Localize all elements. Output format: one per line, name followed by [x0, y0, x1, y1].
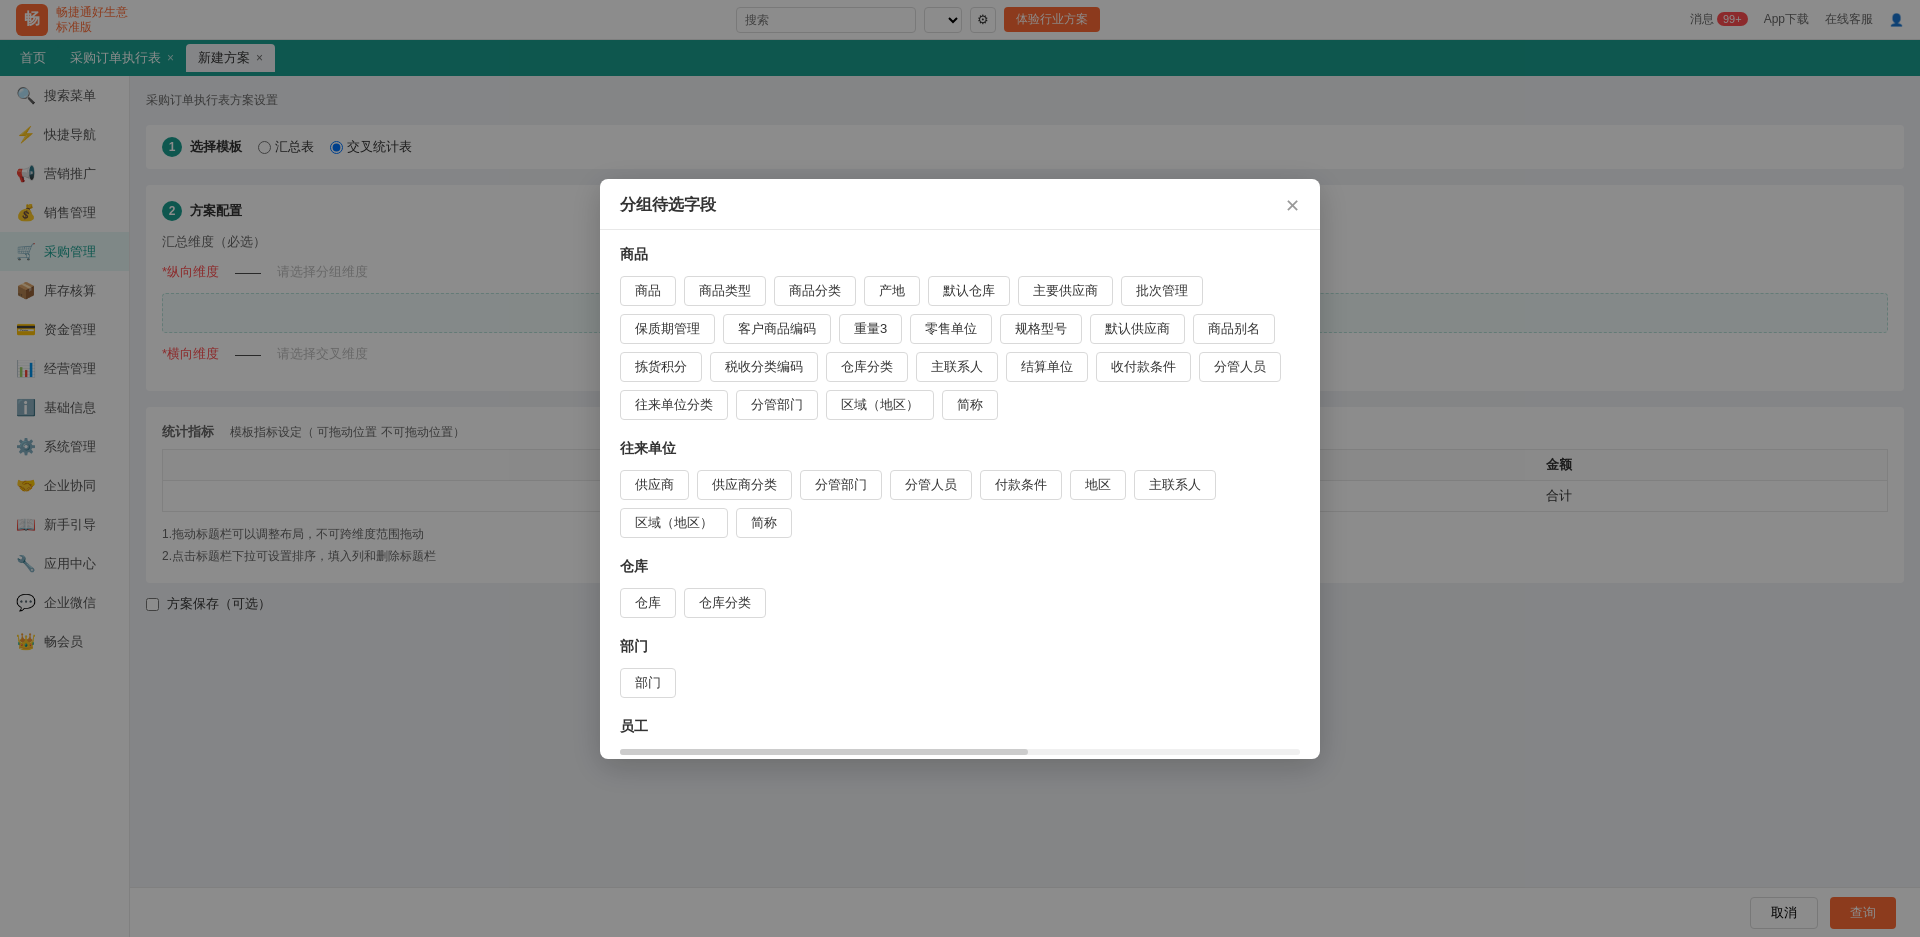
field-tag-warehouse-category[interactable]: 仓库分类	[826, 352, 908, 382]
field-tag-main-supplier[interactable]: 主要供应商	[1018, 276, 1113, 306]
field-tag-weight[interactable]: 重量3	[839, 314, 902, 344]
field-tag-dept[interactable]: 分管部门	[736, 390, 818, 420]
field-tag-partner-category[interactable]: 往来单位分类	[620, 390, 728, 420]
field-tag-partner-dept[interactable]: 分管部门	[800, 470, 882, 500]
modal-header: 分组待选字段 ✕	[600, 179, 1320, 230]
section-warehouse-title: 仓库	[620, 558, 1300, 576]
modal-title: 分组待选字段	[620, 195, 716, 216]
field-tag-product-alias[interactable]: 商品别名	[1193, 314, 1275, 344]
section-warehouse: 仓库 仓库 仓库分类	[620, 558, 1300, 618]
field-tag-partner-region[interactable]: 区域（地区）	[620, 508, 728, 538]
modal-scroll-bar-area	[600, 745, 1320, 759]
field-tag-product[interactable]: 商品	[620, 276, 676, 306]
section-employee: 员工 业务员	[620, 718, 1300, 745]
field-tag-retail-unit[interactable]: 零售单位	[910, 314, 992, 344]
section-product: 商品 商品 商品类型 商品分类 产地 默认仓库 主要供应商 批次管理 保质期管理…	[620, 246, 1300, 420]
modal-hscrollbar[interactable]	[620, 749, 1300, 755]
field-tag-spec-model[interactable]: 规格型号	[1000, 314, 1082, 344]
product-field-tags: 商品 商品类型 商品分类 产地 默认仓库 主要供应商 批次管理 保质期管理 客户…	[620, 276, 1300, 420]
field-tag-main-contact[interactable]: 主联系人	[916, 352, 998, 382]
warehouse-field-tags: 仓库 仓库分类	[620, 588, 1300, 618]
field-tag-partner-supervisor[interactable]: 分管人员	[890, 470, 972, 500]
field-tag-partner-contact[interactable]: 主联系人	[1134, 470, 1216, 500]
field-tag-customer-code[interactable]: 客户商品编码	[723, 314, 831, 344]
field-tag-pick-points[interactable]: 拣货积分	[620, 352, 702, 382]
field-tag-warehouse-cat[interactable]: 仓库分类	[684, 588, 766, 618]
field-tag-area[interactable]: 地区	[1070, 470, 1126, 500]
section-dept-title: 部门	[620, 638, 1300, 656]
section-employee-title: 员工	[620, 718, 1300, 736]
section-department: 部门 部门	[620, 638, 1300, 698]
section-partner: 往来单位 供应商 供应商分类 分管部门 分管人员 付款条件 地区 主联系人 区域…	[620, 440, 1300, 538]
field-tag-batch-mgmt[interactable]: 批次管理	[1121, 276, 1203, 306]
field-tag-tax-code[interactable]: 税收分类编码	[710, 352, 818, 382]
modal-hscrollbar-thumb	[620, 749, 1028, 755]
field-tag-product-type[interactable]: 商品类型	[684, 276, 766, 306]
field-tag-default-warehouse[interactable]: 默认仓库	[928, 276, 1010, 306]
field-tag-settlement-unit[interactable]: 结算单位	[1006, 352, 1088, 382]
field-tag-department[interactable]: 部门	[620, 668, 676, 698]
field-tag-default-supplier[interactable]: 默认供应商	[1090, 314, 1185, 344]
field-tag-supplier[interactable]: 供应商	[620, 470, 689, 500]
field-selector-modal: 分组待选字段 ✕ 商品 商品 商品类型 商品分类 产地 默认仓库 主要供应商 批…	[600, 179, 1320, 759]
modal-overlay: 分组待选字段 ✕ 商品 商品 商品类型 商品分类 产地 默认仓库 主要供应商 批…	[0, 0, 1920, 937]
field-tag-payment-terms[interactable]: 收付款条件	[1096, 352, 1191, 382]
dept-field-tags: 部门	[620, 668, 1300, 698]
field-tag-expiry-mgmt[interactable]: 保质期管理	[620, 314, 715, 344]
field-tag-origin[interactable]: 产地	[864, 276, 920, 306]
modal-close-button[interactable]: ✕	[1285, 195, 1300, 217]
field-tag-abbr[interactable]: 简称	[942, 390, 998, 420]
field-tag-supplier-category[interactable]: 供应商分类	[697, 470, 792, 500]
field-tag-payment-condition[interactable]: 付款条件	[980, 470, 1062, 500]
field-tag-supervisor[interactable]: 分管人员	[1199, 352, 1281, 382]
field-tag-partner-abbr[interactable]: 简称	[736, 508, 792, 538]
field-tag-warehouse[interactable]: 仓库	[620, 588, 676, 618]
section-partner-title: 往来单位	[620, 440, 1300, 458]
field-tag-product-category[interactable]: 商品分类	[774, 276, 856, 306]
modal-body: 商品 商品 商品类型 商品分类 产地 默认仓库 主要供应商 批次管理 保质期管理…	[600, 230, 1320, 745]
partner-field-tags: 供应商 供应商分类 分管部门 分管人员 付款条件 地区 主联系人 区域（地区） …	[620, 470, 1300, 538]
section-product-title: 商品	[620, 246, 1300, 264]
field-tag-region[interactable]: 区域（地区）	[826, 390, 934, 420]
